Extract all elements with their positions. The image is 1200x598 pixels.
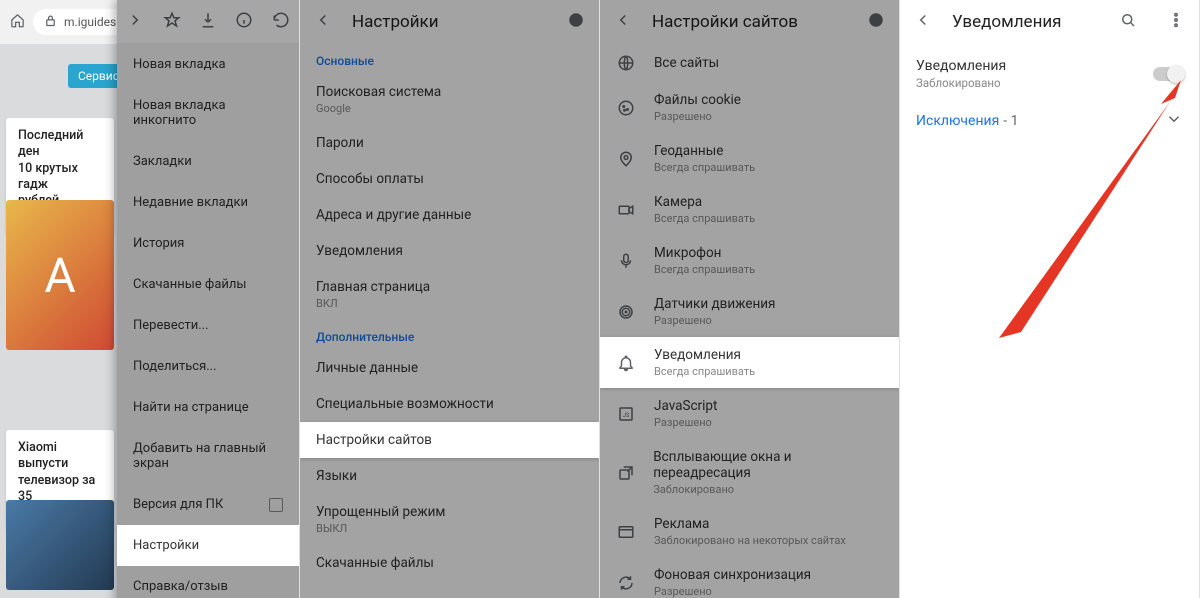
- settings-header: Настройки ?: [300, 0, 599, 44]
- menu-item-4[interactable]: История: [117, 223, 299, 264]
- section-main-label: Основные: [300, 44, 599, 74]
- ads-icon: [616, 523, 636, 541]
- star-icon[interactable]: [163, 11, 181, 33]
- url-text: m.iguides: [64, 15, 116, 29]
- globe-icon: [616, 54, 636, 72]
- forward-icon[interactable]: [126, 11, 144, 33]
- site-settings-item-cookie[interactable]: Файлы cookieРазрешено: [600, 82, 899, 133]
- site-settings-header: Настройки сайтов ?: [600, 0, 899, 44]
- article-title: Xiaomi выпусти телевизор за 35: [18, 440, 102, 505]
- menu-item-0[interactable]: Новая вкладка: [117, 44, 299, 85]
- exceptions-count: - 1: [1003, 113, 1018, 129]
- settings-item[interactable]: Главная страницаВКЛ: [300, 269, 599, 320]
- panel-site-settings: Настройки сайтов ? Все сайтыФайлы cookie…: [600, 0, 900, 598]
- settings-item[interactable]: Способы оплаты: [300, 161, 599, 197]
- site-settings-item-bell[interactable]: УведомленияВсегда спрашивать: [600, 337, 899, 388]
- notifications-toggle-row: Уведомления Заблокировано: [900, 44, 1199, 96]
- article-title: Последний ден 10 крутых гадж рублей: [18, 128, 102, 209]
- svg-text:?: ?: [873, 15, 878, 25]
- chevron-down-icon: [1165, 110, 1183, 132]
- refresh-icon[interactable]: [272, 11, 290, 33]
- search-icon[interactable]: [1119, 11, 1137, 33]
- popup-icon: [616, 464, 635, 482]
- settings-item[interactable]: Пароли: [300, 125, 599, 161]
- menu-item-6[interactable]: Перевести...: [117, 305, 299, 346]
- notifications-header: Уведомления: [900, 0, 1199, 44]
- site-settings-item-globe[interactable]: Все сайты: [600, 44, 899, 82]
- settings-item[interactable]: Настройки сайтов: [300, 422, 599, 458]
- desktop-site-checkbox[interactable]: [269, 498, 283, 512]
- exceptions-row[interactable]: Исключения - 1: [900, 96, 1199, 146]
- settings-item[interactable]: Поисковая системаGoogle: [300, 74, 599, 125]
- menu-item-12[interactable]: Справка/отзыв: [117, 566, 299, 598]
- menu-item-8[interactable]: Найти на странице: [117, 387, 299, 428]
- settings-item[interactable]: Специальные возможности: [300, 386, 599, 422]
- svg-text:?: ?: [573, 15, 578, 25]
- settings-item[interactable]: Упрощенный режимВЫКЛ: [300, 494, 599, 545]
- settings-item[interactable]: Уведомления: [300, 233, 599, 269]
- mic-icon: [616, 252, 636, 270]
- settings-item[interactable]: Скачанные файлы: [300, 545, 599, 581]
- notifications-label: Уведомления: [916, 58, 1153, 74]
- site-settings-item-js[interactable]: JSJavaScriptРазрешено: [600, 388, 899, 439]
- menu-item-1[interactable]: Новая вкладка инкогнито: [117, 85, 299, 141]
- settings-item[interactable]: Адреса и другие данные: [300, 197, 599, 233]
- lock-icon: [43, 13, 58, 31]
- bell-icon: [616, 354, 636, 372]
- menu-item-9[interactable]: Добавить на главный экран: [117, 428, 299, 484]
- menu-top-icons: [117, 0, 299, 44]
- motion-icon: [616, 303, 636, 321]
- js-icon: JS: [616, 405, 636, 423]
- help-icon[interactable]: ?: [567, 11, 585, 33]
- menu-item-5[interactable]: Скачанные файлы: [117, 264, 299, 305]
- pin-icon: [616, 150, 636, 168]
- settings-item[interactable]: Языки: [300, 458, 599, 494]
- panel-browser-menu: m.iguides Сервис Последний ден 10 крутых…: [0, 0, 300, 598]
- home-icon[interactable]: [10, 13, 25, 32]
- panel-notifications: Уведомления Уведомления Заблокировано Ис…: [900, 0, 1200, 598]
- site-settings-item-popup[interactable]: Всплывающие окна и переадресацияЗаблокир…: [600, 439, 899, 506]
- cookie-icon: [616, 99, 636, 117]
- menu-item-11[interactable]: Настройки: [117, 525, 299, 566]
- menu-item-3[interactable]: Недавние вкладки: [117, 182, 299, 223]
- site-settings-item-camera[interactable]: КамераВсегда спрашивать: [600, 184, 899, 235]
- notifications-title: Уведомления: [952, 12, 1062, 32]
- menu-item-2[interactable]: Закладки: [117, 141, 299, 182]
- browser-overflow-menu: Новая вкладкаНовая вкладка инкогнитоЗакл…: [117, 0, 299, 598]
- article-image-1: A: [6, 200, 114, 350]
- site-settings-item-ads[interactable]: РекламаЗаблокировано на некоторых сайтах: [600, 506, 899, 557]
- site-settings-item-motion[interactable]: Датчики движенияРазрешено: [600, 286, 899, 337]
- sync-icon: [616, 574, 636, 592]
- more-icon[interactable]: [1167, 11, 1185, 33]
- settings-title: Настройки: [352, 12, 439, 32]
- notifications-toggle[interactable]: [1153, 67, 1183, 81]
- menu-item-10[interactable]: Версия для ПК: [117, 484, 299, 525]
- site-settings-item-sync[interactable]: Фоновая синхронизацияРазрешено: [600, 557, 899, 598]
- info-icon[interactable]: [235, 11, 253, 33]
- site-settings-item-pin[interactable]: ГеоданныеВсегда спрашивать: [600, 133, 899, 184]
- exceptions-label: Исключения: [916, 113, 999, 129]
- article-image-2: [6, 500, 114, 590]
- svg-text:JS: JS: [623, 412, 630, 419]
- back-icon[interactable]: [614, 11, 632, 33]
- section-extra-label: Дополнительные: [300, 320, 599, 350]
- notifications-status: Заблокировано: [916, 76, 1153, 90]
- back-icon[interactable]: [914, 11, 932, 33]
- help-icon[interactable]: ?: [867, 11, 885, 33]
- panel-settings: Настройки ? Основные Поисковая системаGo…: [300, 0, 600, 598]
- site-settings-item-mic[interactable]: МикрофонВсегда спрашивать: [600, 235, 899, 286]
- download-icon[interactable]: [199, 11, 217, 33]
- site-settings-title: Настройки сайтов: [652, 12, 798, 32]
- camera-icon: [616, 201, 636, 219]
- settings-item[interactable]: Личные данные: [300, 350, 599, 386]
- menu-item-7[interactable]: Поделиться...: [117, 346, 299, 387]
- back-icon[interactable]: [314, 11, 332, 33]
